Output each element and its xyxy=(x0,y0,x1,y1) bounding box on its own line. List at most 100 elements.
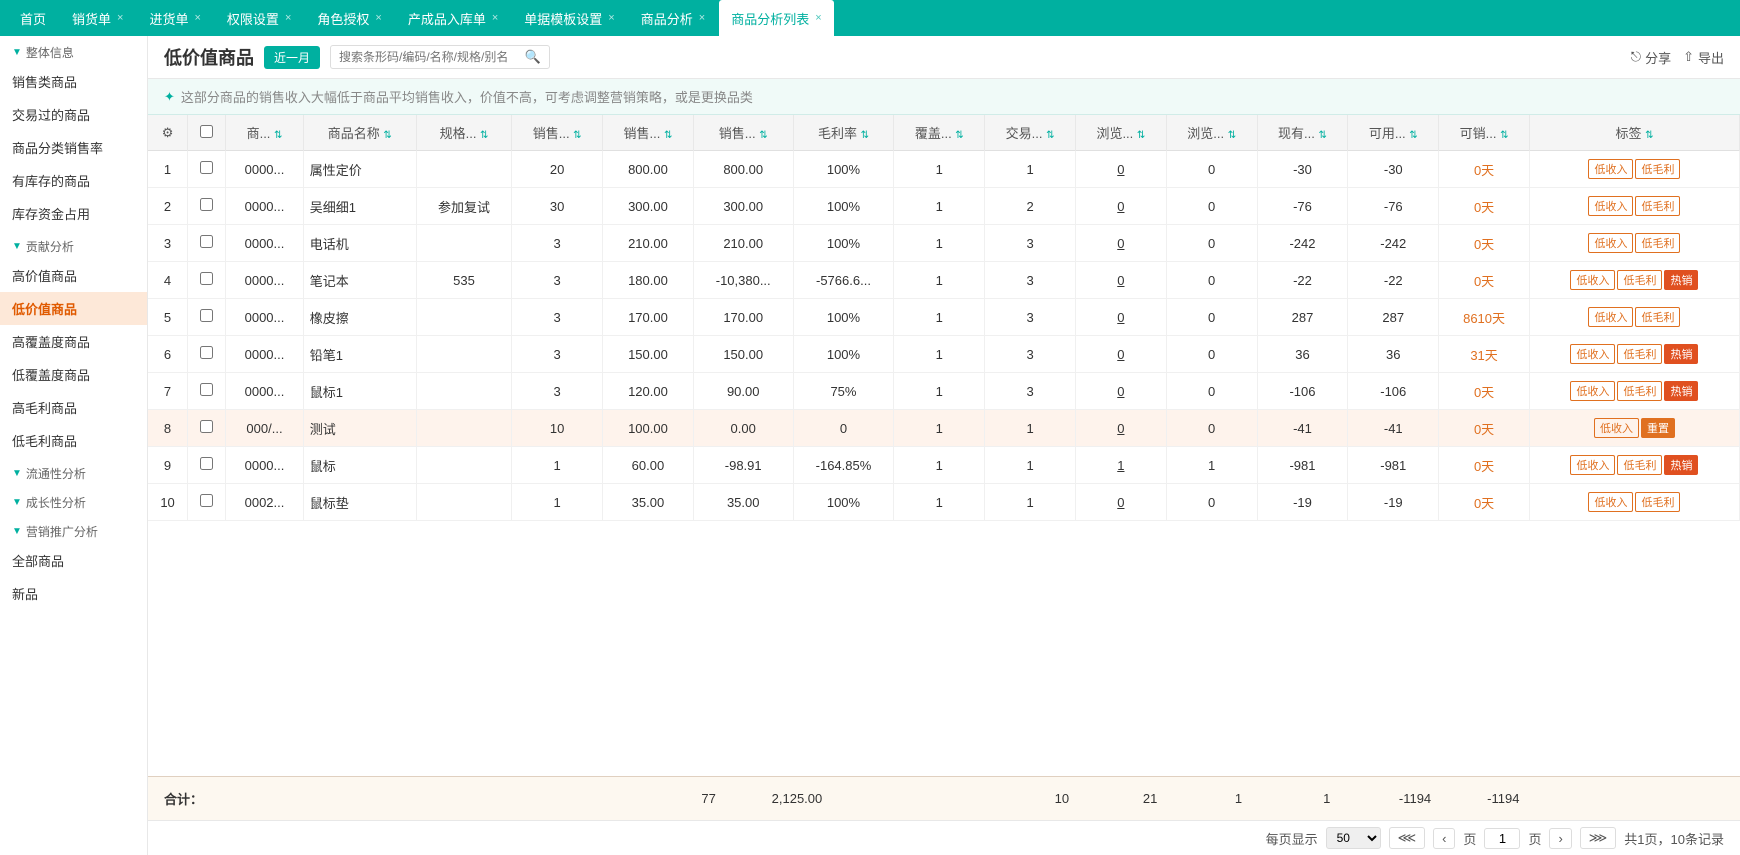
tag-低毛利: 低毛利 xyxy=(1635,492,1680,512)
data-table: ⚙商... ⇅商品名称 ⇅规格... ⇅销售... ⇅销售... ⇅销售... … xyxy=(148,115,1740,521)
cell-checkbox-2[interactable] xyxy=(188,225,226,262)
per-page-select[interactable]: 50 100 xyxy=(1326,827,1381,849)
col-header-trade[interactable]: 交易... ⇅ xyxy=(985,115,1076,151)
cell-checkbox-6[interactable] xyxy=(188,373,226,410)
view1-link-5[interactable]: 0 xyxy=(1117,347,1124,362)
search-box[interactable]: 🔍 xyxy=(330,45,550,69)
col-header-sellable[interactable]: 可销... ⇅ xyxy=(1439,115,1530,151)
col-header-current_stock[interactable]: 现有... ⇅ xyxy=(1257,115,1348,151)
cell-cost-0: 800.00 xyxy=(693,151,793,188)
col-header-sales_qty[interactable]: 销售... ⇅ xyxy=(512,115,603,151)
cell-view1-8[interactable]: 1 xyxy=(1075,447,1166,484)
nav-close-icon[interactable]: × xyxy=(608,12,614,24)
sidebar-item-全部商品[interactable]: 全部商品 xyxy=(0,544,147,577)
sidebar-item-交易过的商品[interactable]: 交易过的商品 xyxy=(0,98,147,131)
cell-checkbox-3[interactable] xyxy=(188,262,226,299)
sidebar-item-销售类商品[interactable]: 销售类商品 xyxy=(0,65,147,98)
nav-close-icon[interactable]: × xyxy=(117,12,123,24)
select-all-checkbox[interactable] xyxy=(200,125,213,138)
nav-item-产成品入库单[interactable]: 产成品入库单× xyxy=(396,0,510,36)
nav-item-销货单[interactable]: 销货单× xyxy=(60,0,135,36)
sidebar-item-高毛利商品[interactable]: 高毛利商品 xyxy=(0,391,147,424)
cell-amt-7: 100.00 xyxy=(603,410,694,447)
sidebar-item-有库存的商品[interactable]: 有库存的商品 xyxy=(0,164,147,197)
nav-close-icon[interactable]: × xyxy=(194,12,200,24)
cell-tags-4: 低收入低毛利 xyxy=(1529,299,1739,336)
search-input[interactable] xyxy=(339,50,521,64)
cell-checkbox-0[interactable] xyxy=(188,151,226,188)
cell-checkbox-8[interactable] xyxy=(188,447,226,484)
view1-link-2[interactable]: 0 xyxy=(1117,236,1124,251)
cell-checkbox-9[interactable] xyxy=(188,484,226,521)
sort-icon-spec: ⇅ xyxy=(480,130,488,141)
view1-link-9[interactable]: 0 xyxy=(1117,495,1124,510)
nav-item-角色授权[interactable]: 角色授权× xyxy=(305,0,393,36)
col-header-name[interactable]: 商品名称 ⇅ xyxy=(303,115,416,151)
cell-avail-stock-1: -76 xyxy=(1348,188,1439,225)
view1-link-0[interactable]: 0 xyxy=(1117,162,1124,177)
nav-close-icon[interactable]: × xyxy=(285,12,291,24)
nav-close-icon[interactable]: × xyxy=(699,12,705,24)
sidebar-item-高价值商品[interactable]: 高价值商品 xyxy=(0,259,147,292)
view1-link-3[interactable]: 0 xyxy=(1117,273,1124,288)
col-header-spec[interactable]: 规格... ⇅ xyxy=(416,115,511,151)
sidebar-item-商品分类销售率[interactable]: 商品分类销售率 xyxy=(0,131,147,164)
col-header-coverage[interactable]: 覆盖... ⇅ xyxy=(894,115,985,151)
cell-checkbox-7[interactable] xyxy=(188,410,226,447)
cell-checkbox-5[interactable] xyxy=(188,336,226,373)
sidebar-item-库存资金占用[interactable]: 库存资金占用 xyxy=(0,197,147,230)
sidebar-item-低覆盖度商品[interactable]: 低覆盖度商品 xyxy=(0,358,147,391)
cell-view2-4: 0 xyxy=(1166,299,1257,336)
view1-link-4[interactable]: 0 xyxy=(1117,310,1124,325)
col-header-view1[interactable]: 浏览... ⇅ xyxy=(1075,115,1166,151)
period-button[interactable]: 近一月 xyxy=(264,46,320,69)
view1-link-7[interactable]: 0 xyxy=(1117,421,1124,436)
sidebar-item-新品[interactable]: 新品 xyxy=(0,577,147,610)
next-page-button[interactable]: › xyxy=(1549,828,1571,849)
nav-item-商品分析列表[interactable]: 商品分析列表× xyxy=(719,0,833,36)
cell-avail-stock-5: 36 xyxy=(1348,336,1439,373)
col-header-code[interactable]: 商... ⇅ xyxy=(226,115,303,151)
col-header-avail_stock[interactable]: 可用... ⇅ xyxy=(1348,115,1439,151)
nav-item-权限设置[interactable]: 权限设置× xyxy=(215,0,303,36)
page-input[interactable] xyxy=(1484,828,1520,849)
view1-link-8[interactable]: 1 xyxy=(1117,458,1124,473)
per-page-label: 每页显示 xyxy=(1266,829,1318,848)
nav-close-icon[interactable]: × xyxy=(492,12,498,24)
col-header-tags[interactable]: 标签 ⇅ xyxy=(1529,115,1739,151)
sidebar-group-流通性分析[interactable]: ▼ 流通性分析 xyxy=(0,457,147,486)
cell-current-stock-8: -981 xyxy=(1257,447,1348,484)
col-header-gross_margin[interactable]: 毛利率 ⇅ xyxy=(793,115,894,151)
col-header-sales_amt[interactable]: 销售... ⇅ xyxy=(603,115,694,151)
nav-close-icon[interactable]: × xyxy=(815,12,821,24)
nav-close-icon[interactable]: × xyxy=(375,12,381,24)
nav-item-进货单[interactable]: 进货单× xyxy=(137,0,212,36)
col-header-sales_cost[interactable]: 销售... ⇅ xyxy=(693,115,793,151)
view1-link-1[interactable]: 0 xyxy=(1117,199,1124,214)
view1-link-6[interactable]: 0 xyxy=(1117,384,1124,399)
nav-item-首页[interactable]: 首页 xyxy=(8,0,58,36)
col-header-view2[interactable]: 浏览... ⇅ xyxy=(1166,115,1257,151)
sort-icon-current_stock: ⇅ xyxy=(1318,130,1326,141)
sidebar-item-低毛利商品[interactable]: 低毛利商品 xyxy=(0,424,147,457)
first-page-button[interactable]: ⋘ xyxy=(1389,827,1426,849)
cell-checkbox-4[interactable] xyxy=(188,299,226,336)
tag-低收入: 低收入 xyxy=(1588,233,1633,253)
cell-gm-6: 75% xyxy=(793,373,894,410)
prev-page-button[interactable]: ‹ xyxy=(1433,828,1455,849)
share-button[interactable]: ⎋ 分享 xyxy=(1631,48,1671,67)
export-button[interactable]: ⇧ 导出 xyxy=(1683,48,1724,67)
sidebar-group-整体信息[interactable]: ▼ 整体信息 xyxy=(0,36,147,65)
cell-coverage-7: 1 xyxy=(894,410,985,447)
last-page-button[interactable]: ⋙ xyxy=(1580,827,1617,849)
cell-tags-3: 低收入低毛利热销 xyxy=(1529,262,1739,299)
sidebar-group-营销推广分析[interactable]: ▼ 营销推广分析 xyxy=(0,515,147,544)
nav-item-商品分析[interactable]: 商品分析× xyxy=(629,0,717,36)
sidebar-group-贡献分析[interactable]: ▼ 贡献分析 xyxy=(0,230,147,259)
sidebar-group-成长性分析[interactable]: ▼ 成长性分析 xyxy=(0,486,147,515)
sidebar-item-低价值商品[interactable]: 低价值商品 xyxy=(0,292,147,325)
tag-低收入: 低收入 xyxy=(1570,344,1615,364)
cell-checkbox-1[interactable] xyxy=(188,188,226,225)
sidebar-item-高覆盖度商品[interactable]: 高覆盖度商品 xyxy=(0,325,147,358)
nav-item-单据模板设置[interactable]: 单据模板设置× xyxy=(512,0,626,36)
